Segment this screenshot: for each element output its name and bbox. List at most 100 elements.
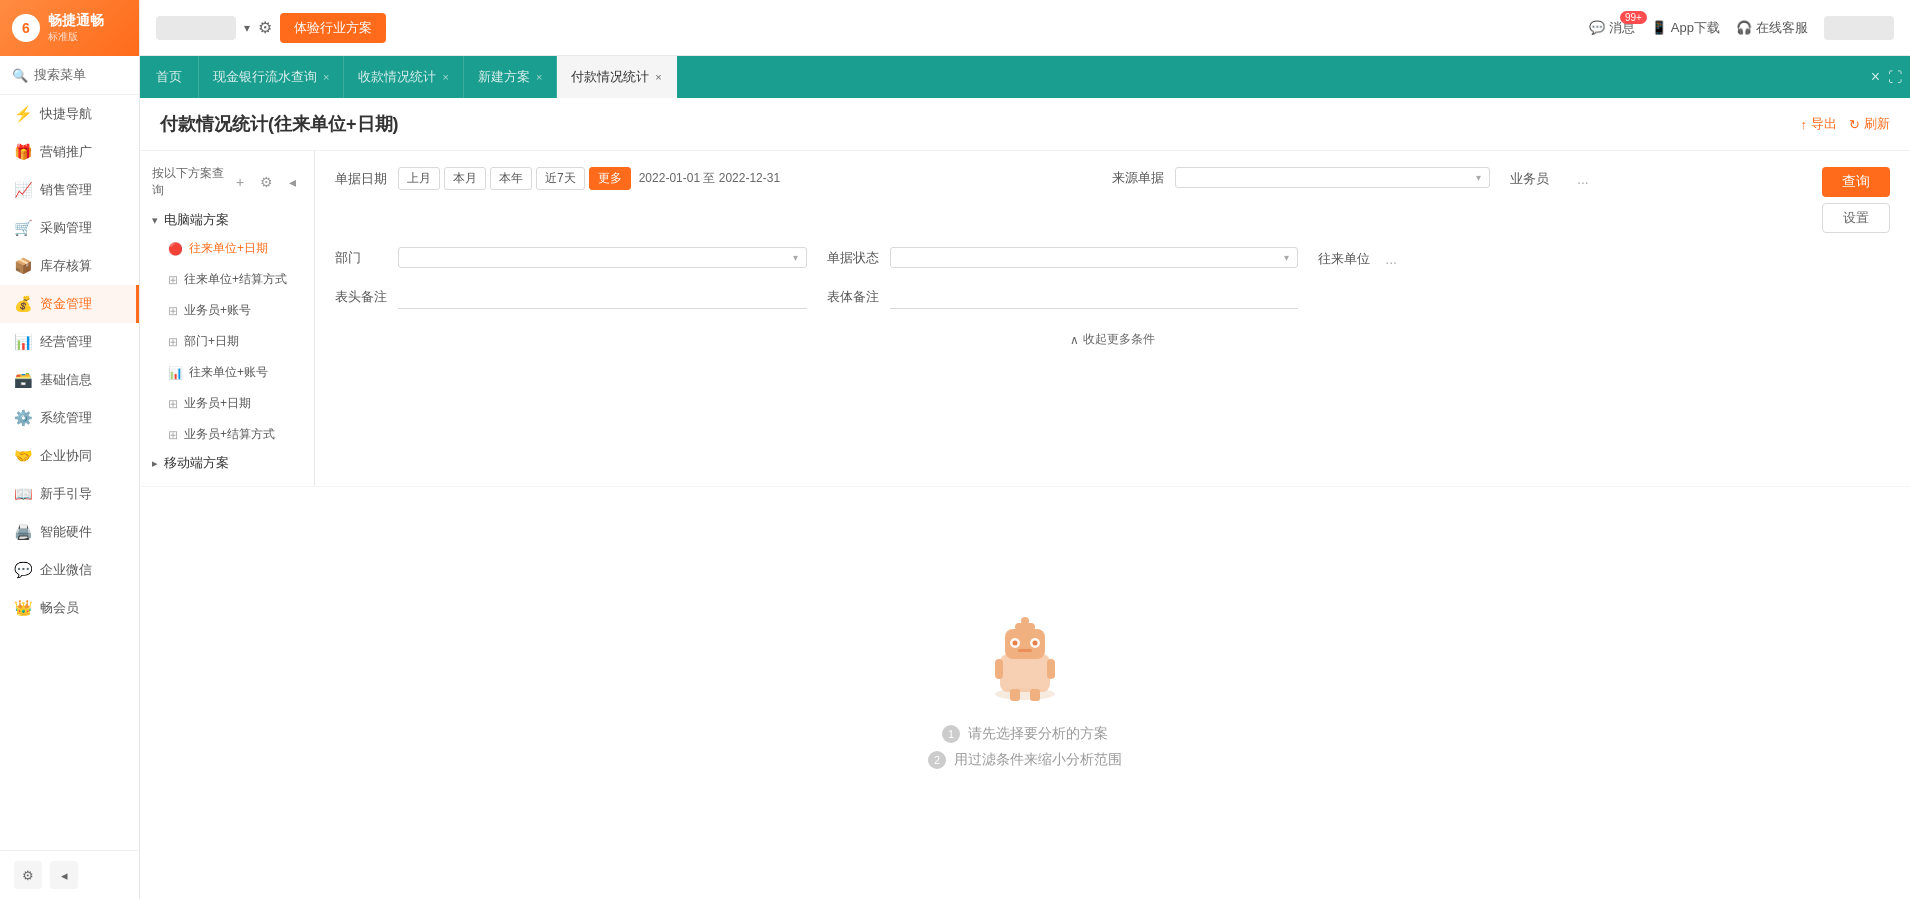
scheme-item-label: 往来单位+账号: [189, 364, 268, 381]
tab-home[interactable]: 首页: [140, 56, 199, 98]
sidebar-item-label-operation: 经营管理: [40, 333, 92, 351]
add-scheme-btn[interactable]: +: [230, 172, 250, 192]
svg-rect-8: [995, 659, 1003, 679]
sidebar-item-inventory[interactable]: 📦 库存核算: [0, 247, 139, 285]
tab-new-scheme[interactable]: 新建方案×: [464, 56, 557, 98]
scheme-item-业务员-日期[interactable]: ⊞ 业务员+日期: [140, 388, 314, 419]
settings-footer-btn[interactable]: ⚙: [14, 861, 42, 889]
head-note-input[interactable]: [398, 285, 807, 309]
purchase-icon: 🛒: [14, 219, 32, 237]
sidebar-item-purchase[interactable]: 🛒 采购管理: [0, 209, 139, 247]
sidebar-item-label-wechat: 企业微信: [40, 561, 92, 579]
sidebar-item-member[interactable]: 👑 畅会员: [0, 589, 139, 627]
svg-rect-9: [1047, 659, 1055, 679]
sidebar-item-hardware[interactable]: 🖨️ 智能硬件: [0, 513, 139, 551]
mobile-scheme-category[interactable]: ▸ 移动端方案: [140, 450, 314, 476]
search-menu[interactable]: 🔍 搜索菜单: [0, 56, 139, 95]
topbar-gear-btn[interactable]: ⚙: [258, 18, 272, 37]
sidebar-item-system[interactable]: ⚙️ 系统管理: [0, 399, 139, 437]
tab-close-payment[interactable]: ×: [655, 71, 661, 83]
scheme-item-label: 业务员+账号: [184, 302, 251, 319]
tab-close-bank[interactable]: ×: [323, 71, 329, 83]
sidebar-nav: ⚡ 快捷导航 🎁 营销推广 📈 销售管理 🛒 采购管理 📦 库存核算 💰 资金管…: [0, 95, 139, 850]
company-dropdown-btn[interactable]: ▾: [244, 21, 250, 35]
body-note-input[interactable]: [890, 285, 1299, 309]
more-date-btn[interactable]: 更多: [589, 167, 631, 190]
sidebar-item-sales[interactable]: 📈 销售管理: [0, 171, 139, 209]
collapse-sidebar-btn[interactable]: ◂: [50, 861, 78, 889]
message-btn[interactable]: 💬 消息 99+: [1589, 19, 1635, 37]
page-actions: ↑ 导出 ↻ 刷新: [1801, 115, 1891, 133]
svg-point-13: [1021, 617, 1029, 625]
staff-field: 业务员 ...: [1510, 167, 1790, 191]
tabbar-close-btn[interactable]: ×: [1871, 68, 1880, 86]
export-btn[interactable]: ↑ 导出: [1801, 115, 1838, 133]
page-header: 付款情况统计(往来单位+日期) ↑ 导出 ↻ 刷新: [140, 98, 1910, 151]
tab-bank[interactable]: 现金银行流水查询×: [199, 56, 344, 98]
sidebar-item-enterprise[interactable]: 🤝 企业协同: [0, 437, 139, 475]
collapse-more-btn[interactable]: ∧ 收起更多条件: [335, 323, 1890, 356]
member-icon: 👑: [14, 599, 32, 617]
scheme-icon-部门+日期: ⊞: [168, 335, 178, 349]
chevron-right-icon: ▸: [152, 457, 158, 470]
empty-hint-1: 1 请先选择要分析的方案: [942, 725, 1108, 743]
tabbar-expand-btn[interactable]: ⛶: [1888, 69, 1902, 85]
settings-btn[interactable]: 设置: [1822, 203, 1890, 233]
user-avatar[interactable]: [1824, 16, 1894, 40]
scheme-item-label: 业务员+结算方式: [184, 426, 275, 443]
empty-hint-2: 2 用过滤条件来缩小分析范围: [928, 751, 1122, 769]
last-7days-btn[interactable]: 近7天: [536, 167, 585, 190]
sidebar-header: 6 畅捷通畅 标准版: [0, 0, 139, 56]
sidebar-item-wechat[interactable]: 💬 企业微信: [0, 551, 139, 589]
tab-close-receivable[interactable]: ×: [442, 71, 448, 83]
query-btn[interactable]: 查询: [1822, 167, 1890, 197]
refresh-btn[interactable]: ↻ 刷新: [1849, 115, 1890, 133]
scheme-settings-btn[interactable]: ⚙: [256, 172, 276, 192]
last-month-btn[interactable]: 上月: [398, 167, 440, 190]
collapse-scheme-btn[interactable]: ◂: [282, 172, 302, 192]
tab-payment[interactable]: 付款情况统计×: [557, 56, 676, 98]
collapse-icon: ∧: [1070, 333, 1079, 347]
app-label: App下载: [1671, 19, 1720, 37]
body-note-field: 表体备注: [827, 285, 1299, 309]
sidebar-brand: 畅捷通畅 标准版: [48, 12, 104, 44]
sidebar-item-marketing[interactable]: 🎁 营销推广: [0, 133, 139, 171]
scheme-item-业务员-结算方式[interactable]: ⊞ 业务员+结算方式: [140, 419, 314, 450]
app-download-btn[interactable]: 📱 App下载: [1651, 19, 1720, 37]
scheme-item-部门-日期[interactable]: ⊞ 部门+日期: [140, 326, 314, 357]
mobile-scheme-label: 移动端方案: [164, 454, 229, 472]
tabbar-right: × ⛶: [1863, 56, 1910, 98]
topbar-left: ▾ ⚙ 体验行业方案: [156, 13, 1577, 43]
partner-label: 往来单位: [1318, 250, 1373, 268]
trial-btn[interactable]: 体验行业方案: [280, 13, 386, 43]
scheme-item-往来单位-账号[interactable]: 📊 往来单位+账号: [140, 357, 314, 388]
scheme-item-往来单位-结算方式[interactable]: ⊞ 往来单位+结算方式: [140, 264, 314, 295]
dept-label: 部门: [335, 249, 390, 267]
scheme-item-往来单位-日期[interactable]: 🔴 往来单位+日期: [140, 233, 314, 264]
this-month-btn[interactable]: 本月: [444, 167, 486, 190]
online-service-btn[interactable]: 🎧 在线客服: [1736, 19, 1808, 37]
source-select[interactable]: ▾: [1175, 167, 1490, 188]
system-icon: ⚙️: [14, 409, 32, 427]
sidebar-item-operation[interactable]: 📊 经营管理: [0, 323, 139, 361]
sidebar-title: 畅捷通畅: [48, 12, 104, 30]
sidebar-item-quick-nav[interactable]: ⚡ 快捷导航: [0, 95, 139, 133]
service-label: 在线客服: [1756, 19, 1808, 37]
sidebar-item-label-finance: 资金管理: [40, 295, 92, 313]
staff-more-btn[interactable]: ...: [1573, 167, 1593, 191]
scheme-item-业务员-账号[interactable]: ⊞ 业务员+账号: [140, 295, 314, 326]
tab-receivable[interactable]: 收款情况统计×: [344, 56, 463, 98]
partner-more-btn[interactable]: ...: [1381, 247, 1401, 271]
sidebar-item-guide[interactable]: 📖 新手引导: [0, 475, 139, 513]
sidebar-item-finance[interactable]: 💰 资金管理: [0, 285, 139, 323]
finance-icon: 💰: [14, 295, 32, 313]
body-note-label: 表体备注: [827, 288, 882, 306]
this-year-btn[interactable]: 本年: [490, 167, 532, 190]
operation-icon: 📊: [14, 333, 32, 351]
status-select[interactable]: ▾: [890, 247, 1299, 268]
desktop-scheme-category[interactable]: ▾ 电脑端方案: [140, 207, 314, 233]
scheme-item-label: 往来单位+日期: [189, 240, 268, 257]
dept-select[interactable]: ▾: [398, 247, 807, 268]
sidebar-item-basic[interactable]: 🗃️ 基础信息: [0, 361, 139, 399]
tab-close-new-scheme[interactable]: ×: [536, 71, 542, 83]
